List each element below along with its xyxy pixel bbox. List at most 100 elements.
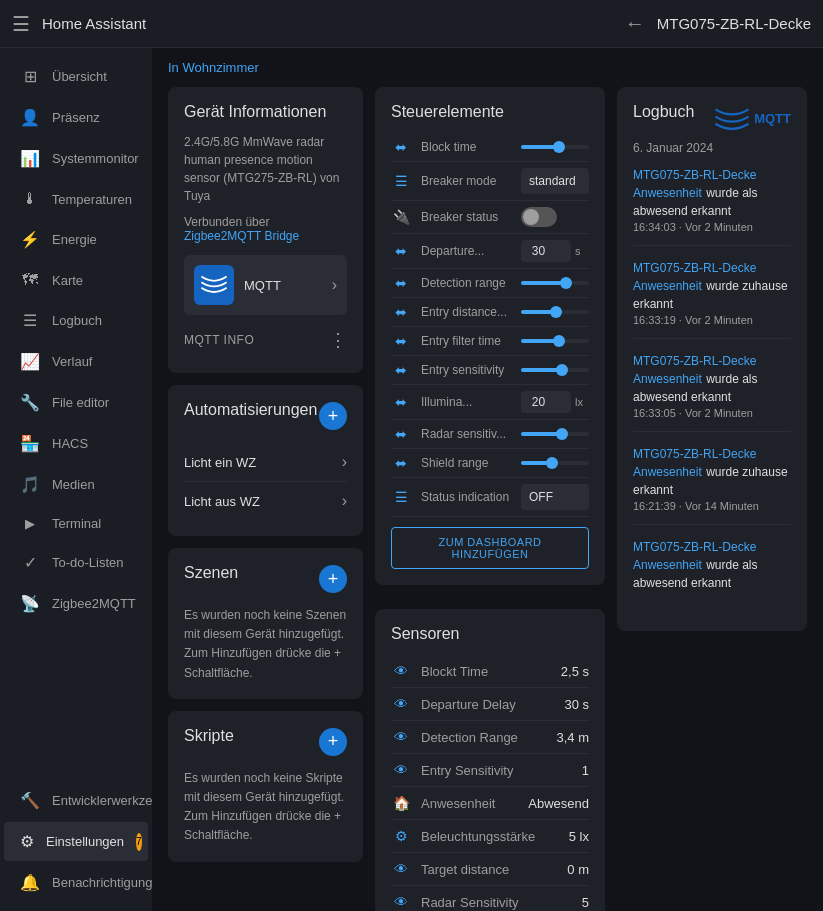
dashboard-add-button[interactable]: ZUM DASHBOARD HINZUFÜGEN — [391, 527, 589, 569]
middle-column: Steuerelemente ⬌ Block time ☰ — [375, 87, 605, 911]
ctrl-slider-entry-filter[interactable] — [521, 339, 589, 343]
todo-icon: ✓ — [20, 553, 40, 572]
ctrl-arrow9-icon: ⬌ — [391, 455, 411, 471]
geraet-card: Gerät Informationen 2.4G/5.8G MmWave rad… — [168, 87, 363, 373]
sidebar-item-hacs[interactable]: 🏪 HACS — [4, 424, 148, 463]
bell-icon: 🔔 — [20, 873, 40, 892]
eye-icon: 👁 — [391, 861, 411, 877]
ctrl-number-illuminance[interactable]: lx — [521, 391, 589, 413]
eye-icon: 👁 — [391, 894, 411, 910]
sidebar-item-einstellungen[interactable]: ⚙ Einstellungen 7 — [4, 822, 148, 861]
sidebar-item-verlauf[interactable]: 📈 Verlauf — [4, 342, 148, 381]
sensor-beleuchtung: ⚙ Beleuchtungsstärke 5 lx — [391, 820, 589, 853]
ctrl-label-status: Status indication — [421, 490, 511, 504]
breaker-mode-select[interactable]: standard — [521, 168, 589, 194]
sidebar-item-systemmonitor[interactable]: 📊 Systemmonitor — [4, 139, 148, 178]
ctrl-label-entry-filter: Entry filter time — [421, 334, 511, 348]
auto-item-licht-aus[interactable]: Licht aus WZ › — [184, 482, 347, 520]
logbuch-card: Logbuch MQTT 6. Januar — [617, 87, 807, 631]
ctrl-toggle-breaker-status[interactable] — [521, 207, 589, 227]
mqtt-more-icon[interactable]: ⋮ — [329, 329, 347, 351]
zigbee-bridge-link[interactable]: Zigbee2MQTT Bridge — [184, 229, 299, 243]
menu-icon[interactable]: ☰ — [12, 12, 30, 36]
zigbee-icon: 📡 — [20, 594, 40, 613]
sidebar: ⊞ Übersicht 👤 Präsenz 📊 Systemmonitor 🌡 … — [0, 48, 152, 911]
sidebar-item-energie[interactable]: ⚡ Energie — [4, 220, 148, 259]
ctrl-slider-radar[interactable] — [521, 432, 589, 436]
ctrl-arrow6-icon: ⬌ — [391, 362, 411, 378]
grid-icon: ⊞ — [20, 67, 40, 86]
ctrl-illuminance: ⬌ Illumina... lx — [391, 385, 589, 420]
mqtt-label: MQTT — [244, 278, 322, 293]
media-icon: 🎵 — [20, 475, 40, 494]
toggle-knob — [523, 209, 539, 225]
sidebar-item-label: Logbuch — [52, 313, 102, 328]
sensor-label: Blockt Time — [421, 664, 551, 679]
breaker-status-toggle[interactable] — [521, 207, 557, 227]
sensor-value: Abwesend — [528, 796, 589, 811]
skripte-add-button[interactable]: + — [319, 728, 347, 756]
sidebar-item-temperaturen[interactable]: 🌡 Temperaturen — [4, 180, 148, 218]
mqtt-row[interactable]: MQTT › — [184, 255, 347, 315]
sensor-label: Beleuchtungsstärke — [421, 829, 559, 844]
sensor-anwesenheit: 🏠 Anwesenheit Abwesend — [391, 787, 589, 820]
automatisierungen-add-button[interactable]: + — [319, 402, 347, 430]
steuerelemente-card: Steuerelemente ⬌ Block time ☰ — [375, 87, 605, 585]
sidebar-item-zigbee2mqtt[interactable]: 📡 Zigbee2MQTT — [4, 584, 148, 623]
topbar: ☰ Home Assistant ← MTG075-ZB-RL-Decke — [0, 0, 823, 48]
auto-label: Licht ein WZ — [184, 455, 256, 470]
sidebar-item-file-editor[interactable]: 🔧 File editor — [4, 383, 148, 422]
sensor-detection-range: 👁 Detection Range 3,4 m — [391, 721, 589, 754]
mqtt-top-logo: MQTT — [714, 106, 791, 130]
automatisierungen-title: Automatisierungen — [184, 401, 317, 419]
sidebar-item-medien[interactable]: 🎵 Medien — [4, 465, 148, 504]
sidebar-item-karte[interactable]: 🗺 Karte — [4, 261, 148, 299]
breadcrumb[interactable]: In Wohnzimmer — [168, 60, 807, 75]
ctrl-slider-entry-dist[interactable] — [521, 310, 589, 314]
log-time: 16:34:03 · Vor 2 Minuten — [633, 221, 791, 233]
ctrl-label-breaker-mode: Breaker mode — [421, 174, 511, 188]
device-name: MTG075-ZB-RL-Decke — [657, 15, 811, 32]
illuminance-number-input[interactable] — [521, 391, 571, 413]
steuerelemente-title: Steuerelemente — [391, 103, 589, 121]
status-indication-select[interactable]: OFF — [521, 484, 589, 510]
sidebar-item-label: Karte — [52, 273, 83, 288]
back-icon[interactable]: ← — [625, 12, 645, 35]
sensoren-title: Sensoren — [391, 625, 589, 643]
ctrl-select-status[interactable]: OFF — [521, 484, 589, 510]
sensor-value: 0 m — [567, 862, 589, 877]
ctrl-slider-shield[interactable] — [521, 461, 589, 465]
skripte-header: Skripte + — [184, 727, 347, 757]
home-icon: 🏠 — [391, 795, 411, 811]
sensor-label: Detection Range — [421, 730, 546, 745]
ctrl-label-block-time: Block time — [421, 140, 511, 154]
dev-icon: 🔨 — [20, 791, 40, 810]
ctrl-label-entry-dist: Entry distance... — [421, 305, 511, 319]
szenen-add-button[interactable]: + — [319, 565, 347, 593]
ctrl-slider-entry-sens[interactable] — [521, 368, 589, 372]
ctrl-arrow3-icon: ⬌ — [391, 275, 411, 291]
ctrl-number-departure[interactable]: s — [521, 240, 589, 262]
log-entry-1: MTG075-ZB-RL-Decke Anwesenheit wurde zuh… — [633, 258, 791, 339]
right-column: Logbuch MQTT 6. Januar — [617, 87, 807, 911]
sidebar-item-entwickler[interactable]: 🔨 Entwicklerwerkzeuge — [4, 781, 148, 820]
ctrl-detection-range: ⬌ Detection range — [391, 269, 589, 298]
sidebar-item-todo[interactable]: ✓ To-do-Listen — [4, 543, 148, 582]
sidebar-item-benachrichtigungen[interactable]: 🔔 Benachrichtigungen — [4, 863, 148, 902]
ctrl-entry-sensitivity: ⬌ Entry sensitivity — [391, 356, 589, 385]
szenen-header: Szenen + — [184, 564, 347, 594]
ctrl-arrow5-icon: ⬌ — [391, 333, 411, 349]
sidebar-item-logbuch[interactable]: ☰ Logbuch — [4, 301, 148, 340]
auto-item-licht-ein[interactable]: Licht ein WZ › — [184, 443, 347, 482]
sensor-value: 1 — [582, 763, 589, 778]
sensor-departure-delay: 👁 Departure Delay 30 s — [391, 688, 589, 721]
sidebar-item-terminal[interactable]: ▶ Terminal — [4, 506, 148, 541]
ctrl-slider-block-time[interactable] — [521, 145, 589, 149]
sidebar-item-praesenz[interactable]: 👤 Präsenz — [4, 98, 148, 137]
ctrl-arrow-icon: ⬌ — [391, 139, 411, 155]
sensor-label: Radar Sensitivity — [421, 895, 572, 910]
ctrl-slider-detection[interactable] — [521, 281, 589, 285]
departure-number-input[interactable] — [521, 240, 571, 262]
sidebar-item-uebersicht[interactable]: ⊞ Übersicht — [4, 57, 148, 96]
ctrl-select-breaker-mode[interactable]: standard — [521, 168, 589, 194]
